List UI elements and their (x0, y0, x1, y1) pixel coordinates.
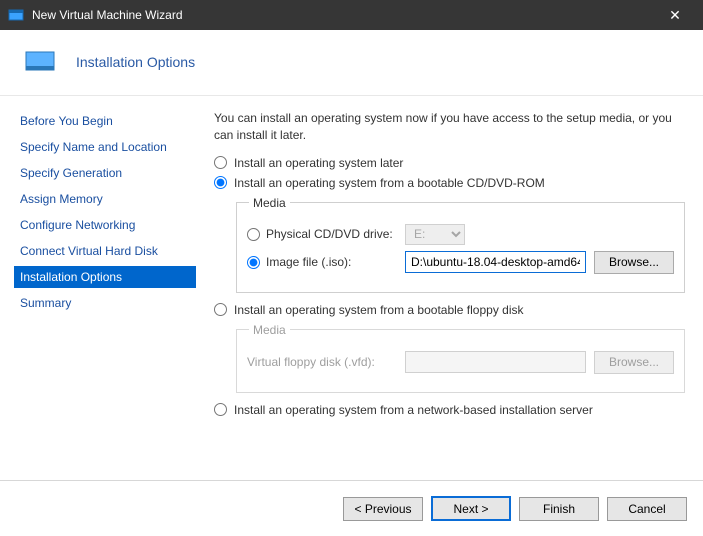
iso-path-input[interactable] (405, 251, 586, 273)
browse-iso-button[interactable]: Browse... (594, 251, 674, 274)
wizard-steps: Before You Begin Specify Name and Locatio… (0, 96, 196, 480)
vfd-path-input (405, 351, 586, 373)
sidebar-step[interactable]: Before You Begin (14, 110, 196, 132)
media-cd-group: Media Physical CD/DVD drive: E: Image fi… (236, 196, 685, 293)
titlebar: New Virtual Machine Wizard ✕ (0, 0, 703, 30)
option-install-cd[interactable]: Install an operating system from a boota… (214, 176, 685, 190)
close-icon[interactable]: ✕ (655, 7, 695, 24)
wizard-header: Installation Options (0, 30, 703, 95)
page-title: Installation Options (76, 54, 195, 70)
intro-text: You can install an operating system now … (214, 110, 685, 144)
next-button[interactable]: Next > (431, 496, 511, 521)
drive-select[interactable]: E: (405, 224, 465, 245)
sidebar-step[interactable]: Specify Name and Location (14, 136, 196, 158)
radio-install-cd[interactable] (214, 176, 227, 189)
wizard-footer: < Previous Next > Finish Cancel (0, 480, 703, 536)
window-title: New Virtual Machine Wizard (32, 8, 655, 22)
sidebar-step[interactable]: Configure Networking (14, 214, 196, 236)
main-panel: You can install an operating system now … (196, 96, 703, 480)
option-install-network[interactable]: Install an operating system from a netwo… (214, 403, 685, 417)
option-image-file[interactable]: Image file (.iso): (247, 255, 397, 269)
radio-install-later[interactable] (214, 156, 227, 169)
sidebar-step[interactable]: Summary (14, 292, 196, 314)
option-physical-drive[interactable]: Physical CD/DVD drive: (247, 227, 397, 241)
sidebar-step[interactable]: Assign Memory (14, 188, 196, 210)
sidebar-step[interactable]: Specify Generation (14, 162, 196, 184)
browse-vfd-button: Browse... (594, 351, 674, 374)
app-icon (8, 7, 24, 23)
previous-button[interactable]: < Previous (343, 497, 423, 521)
radio-image-file[interactable] (247, 256, 260, 269)
radio-physical-drive[interactable] (247, 228, 260, 241)
radio-install-network[interactable] (214, 403, 227, 416)
vfd-label: Virtual floppy disk (.vfd): (247, 355, 397, 369)
sidebar-step[interactable]: Connect Virtual Hard Disk (14, 240, 196, 262)
sidebar-step[interactable]: Installation Options (14, 266, 196, 288)
media-floppy-group: Media Virtual floppy disk (.vfd): Browse… (236, 323, 685, 393)
option-install-later[interactable]: Install an operating system later (214, 156, 685, 170)
header-icon (24, 50, 56, 74)
cancel-button[interactable]: Cancel (607, 497, 687, 521)
finish-button[interactable]: Finish (519, 497, 599, 521)
option-install-floppy[interactable]: Install an operating system from a boota… (214, 303, 685, 317)
radio-install-floppy[interactable] (214, 303, 227, 316)
